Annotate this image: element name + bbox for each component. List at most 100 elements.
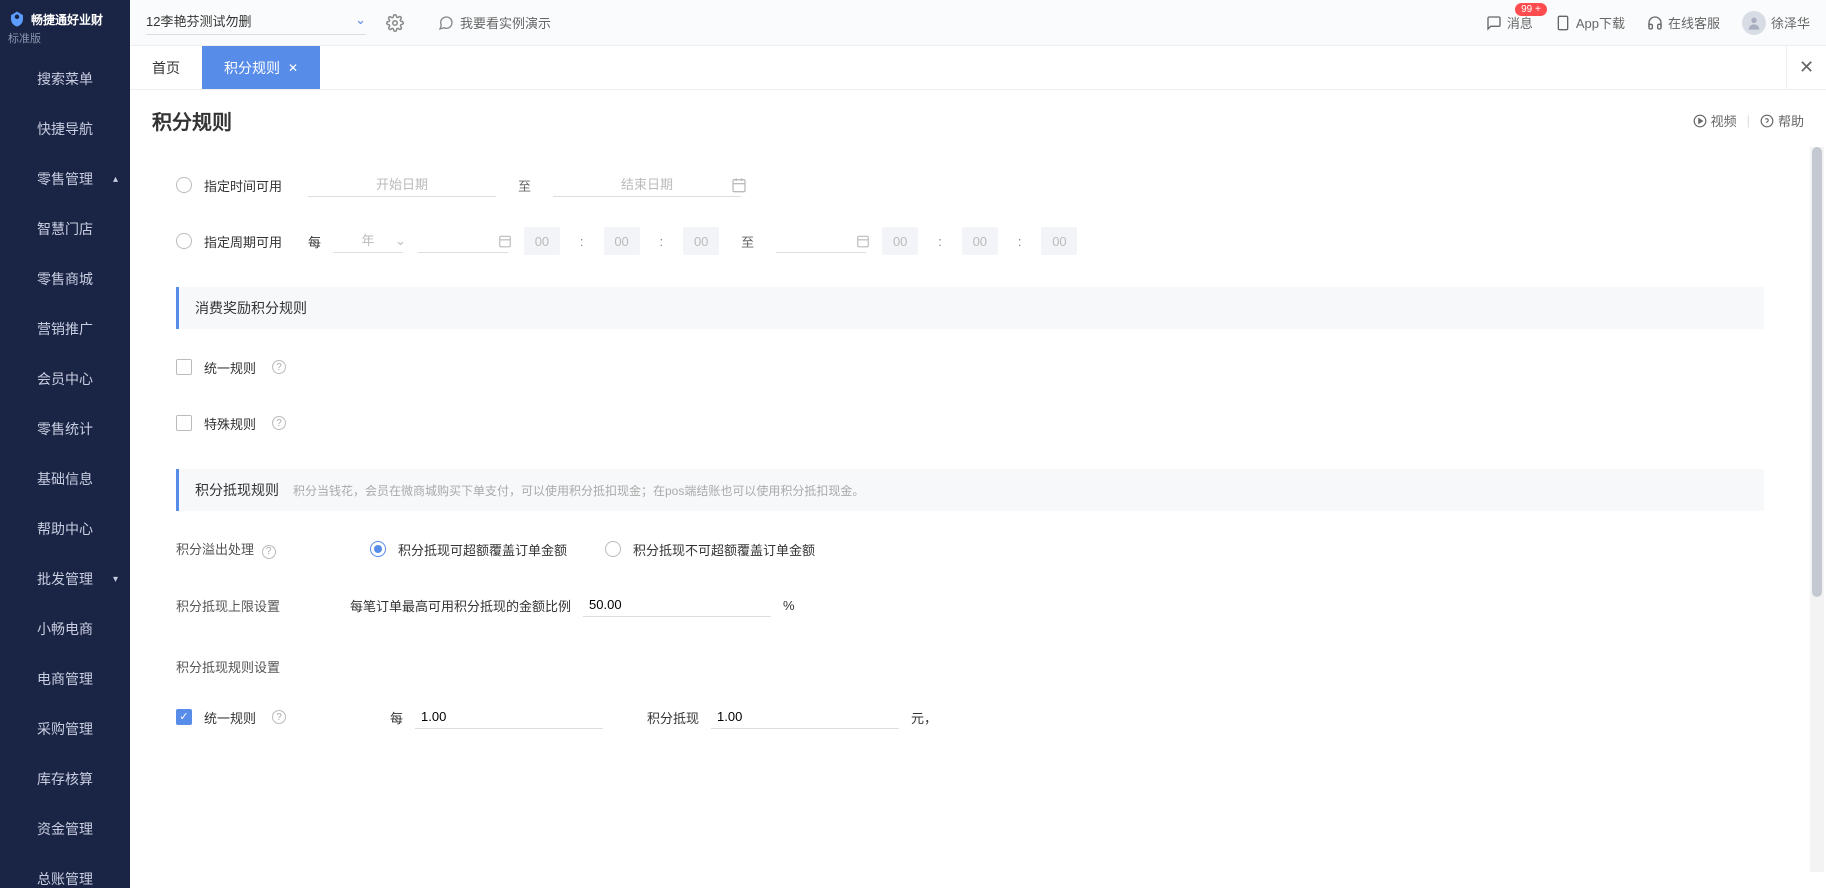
row-unified-rule: 统一规则 ?	[176, 339, 1764, 395]
checkbox-deduct-unified[interactable]	[176, 709, 192, 725]
sidebar-item-smartstore[interactable]: 智慧门店	[0, 204, 130, 254]
sidebar-item-inventory[interactable]: 库存核算	[0, 754, 130, 804]
sidebar-item-wholesale[interactable]: 批发管理▾	[0, 554, 130, 604]
to-label: 至	[508, 176, 541, 195]
to-label-2: 至	[731, 232, 764, 251]
help-icon[interactable]: ?	[262, 545, 276, 559]
chevron-up-icon: ▴	[113, 174, 118, 185]
label-deduct-setting: 积分抵现规则设置	[176, 657, 306, 676]
brand-version: 标准版	[0, 30, 130, 54]
label-overflow: 积分溢出处理 ?	[176, 539, 306, 559]
label-overflow-opt1: 积分抵现可超额覆盖订单金额	[398, 540, 567, 559]
radio-time-range[interactable]	[176, 177, 192, 193]
section-points-deduct: 积分抵现规则 积分当钱花，会员在微商城购买下单支付，可以使用积分抵扣现金；在po…	[176, 469, 1764, 511]
tab-points-rule[interactable]: 积分规则 ✕	[202, 46, 320, 89]
label-cycle: 指定周期可用	[204, 232, 296, 251]
hour-start[interactable]: 00	[524, 227, 560, 255]
every-label: 每	[308, 232, 321, 251]
every-value-input[interactable]	[415, 705, 603, 729]
sidebar-item-mall[interactable]: 零售商城	[0, 254, 130, 304]
radio-overflow-allow[interactable]	[370, 541, 386, 557]
org-select[interactable]: 12李艳芬测试勿删 ⌄	[146, 11, 366, 35]
checkbox-special-rule[interactable]	[176, 415, 192, 431]
video-link[interactable]: 视频	[1693, 111, 1737, 130]
row-time-range: 指定时间可用 至	[176, 157, 1764, 213]
cycle-date-input[interactable]	[418, 229, 508, 253]
label-deduct-unified: 统一规则	[204, 708, 256, 727]
logo-icon	[8, 10, 26, 28]
tab-home[interactable]: 首页	[130, 46, 202, 89]
second-start[interactable]: 00	[683, 227, 719, 255]
period-input[interactable]	[333, 229, 403, 253]
radio-overflow-deny[interactable]	[605, 541, 621, 557]
row-deduct-setting: 积分抵现规则设置	[176, 633, 1764, 689]
sidebar-item-ecommerce[interactable]: 电商管理	[0, 654, 130, 704]
avatar	[1742, 11, 1766, 35]
label-every: 每	[390, 708, 403, 727]
help-link[interactable]: 帮助	[1760, 111, 1804, 130]
sidebar-item-retail[interactable]: 零售管理▴	[0, 154, 130, 204]
page-title: 积分规则	[152, 106, 232, 135]
main: 12李艳芬测试勿删 ⌄ 我要看实例演示 消息 99 +	[130, 0, 1826, 888]
sidebar-item-quicknav[interactable]: 快捷导航	[0, 104, 130, 154]
row-upper-limit: 积分抵现上限设置 每笔订单最高可用积分抵现的金额比例 %	[176, 577, 1764, 633]
yuan-unit: 元，	[911, 708, 937, 727]
phone-icon	[1555, 15, 1571, 31]
support-link[interactable]: 在线客服	[1647, 13, 1720, 32]
message-icon	[1486, 15, 1502, 31]
close-all-tabs[interactable]: ✕	[1786, 46, 1826, 89]
sidebar-item-ledger[interactable]: 总账管理	[0, 854, 130, 888]
percent-unit: %	[783, 598, 795, 613]
cycle-date-end-input[interactable]	[776, 229, 866, 253]
sidebar-item-funds[interactable]: 资金管理	[0, 804, 130, 854]
close-icon[interactable]: ✕	[288, 61, 298, 75]
upper-limit-input[interactable]	[583, 593, 771, 617]
help-icon	[1760, 114, 1774, 128]
brand-name: 畅捷通好业财	[31, 11, 103, 28]
row-cycle: 指定周期可用 每 ⌄ 00 : 00 : 00 至 00 : 00	[176, 213, 1764, 269]
row-deduct-unified: 统一规则 ? 每 积分抵现 元，	[176, 689, 1764, 745]
org-name: 12李艳芬测试勿删	[146, 11, 251, 30]
chevron-down-icon: ⌄	[355, 12, 366, 28]
page-header: 积分规则 视频 | 帮助	[130, 90, 1826, 147]
tabs: 首页 积分规则 ✕ ✕	[130, 46, 1826, 90]
checkbox-unified-rule[interactable]	[176, 359, 192, 375]
content: 指定时间可用 至 指定周期可用 每 ⌄ 00 :	[148, 147, 1792, 872]
section-subtitle: 积分当钱花，会员在微商城购买下单支付，可以使用积分抵扣现金；在pos端结账也可以…	[293, 482, 864, 499]
sidebar-item-retailstats[interactable]: 零售统计	[0, 404, 130, 454]
user-menu[interactable]: 徐泽华	[1742, 11, 1810, 35]
help-icon[interactable]: ?	[272, 710, 286, 724]
sidebar-item-helpcenter[interactable]: 帮助中心	[0, 504, 130, 554]
hour-end[interactable]: 00	[882, 227, 918, 255]
topbar: 12李艳芬测试勿删 ⌄ 我要看实例演示 消息 99 +	[130, 0, 1826, 46]
chevron-down-icon: ▾	[113, 574, 118, 585]
messages-link[interactable]: 消息 99 +	[1486, 13, 1533, 32]
play-icon	[1693, 114, 1707, 128]
sidebar-item-member[interactable]: 会员中心	[0, 354, 130, 404]
second-end[interactable]: 00	[1041, 227, 1077, 255]
sidebar-item-baseinfo[interactable]: 基础信息	[0, 454, 130, 504]
demo-link[interactable]: 我要看实例演示	[438, 13, 551, 32]
start-date-input[interactable]	[308, 173, 496, 197]
sidebar-menu: 搜索菜单 快捷导航 零售管理▴ 智慧门店 零售商城 营销推广 会员中心 零售统计…	[0, 54, 130, 888]
sidebar-item-search[interactable]: 搜索菜单	[0, 54, 130, 104]
sidebar-item-purchase[interactable]: 采购管理	[0, 704, 130, 754]
radio-cycle[interactable]	[176, 233, 192, 249]
end-date-input[interactable]	[553, 173, 741, 197]
sidebar-item-marketing[interactable]: 营销推广	[0, 304, 130, 354]
deduct-value-input[interactable]	[711, 705, 899, 729]
help-icon[interactable]: ?	[272, 360, 286, 374]
row-special-rule: 特殊规则 ?	[176, 395, 1764, 451]
minute-start[interactable]: 00	[604, 227, 640, 255]
minute-end[interactable]: 00	[962, 227, 998, 255]
scrollbar[interactable]	[1810, 147, 1824, 872]
brand-logo: 畅捷通好业财	[0, 0, 130, 30]
help-icon[interactable]: ?	[272, 416, 286, 430]
sidebar-item-xiaochang[interactable]: 小畅电商	[0, 604, 130, 654]
label-time-range: 指定时间可用	[204, 176, 296, 195]
label-unified-rule: 统一规则	[204, 358, 256, 377]
scrollbar-thumb[interactable]	[1812, 147, 1822, 597]
app-download-link[interactable]: App下载	[1555, 13, 1625, 32]
headset-icon	[1647, 15, 1663, 31]
gear-icon[interactable]	[386, 14, 404, 32]
